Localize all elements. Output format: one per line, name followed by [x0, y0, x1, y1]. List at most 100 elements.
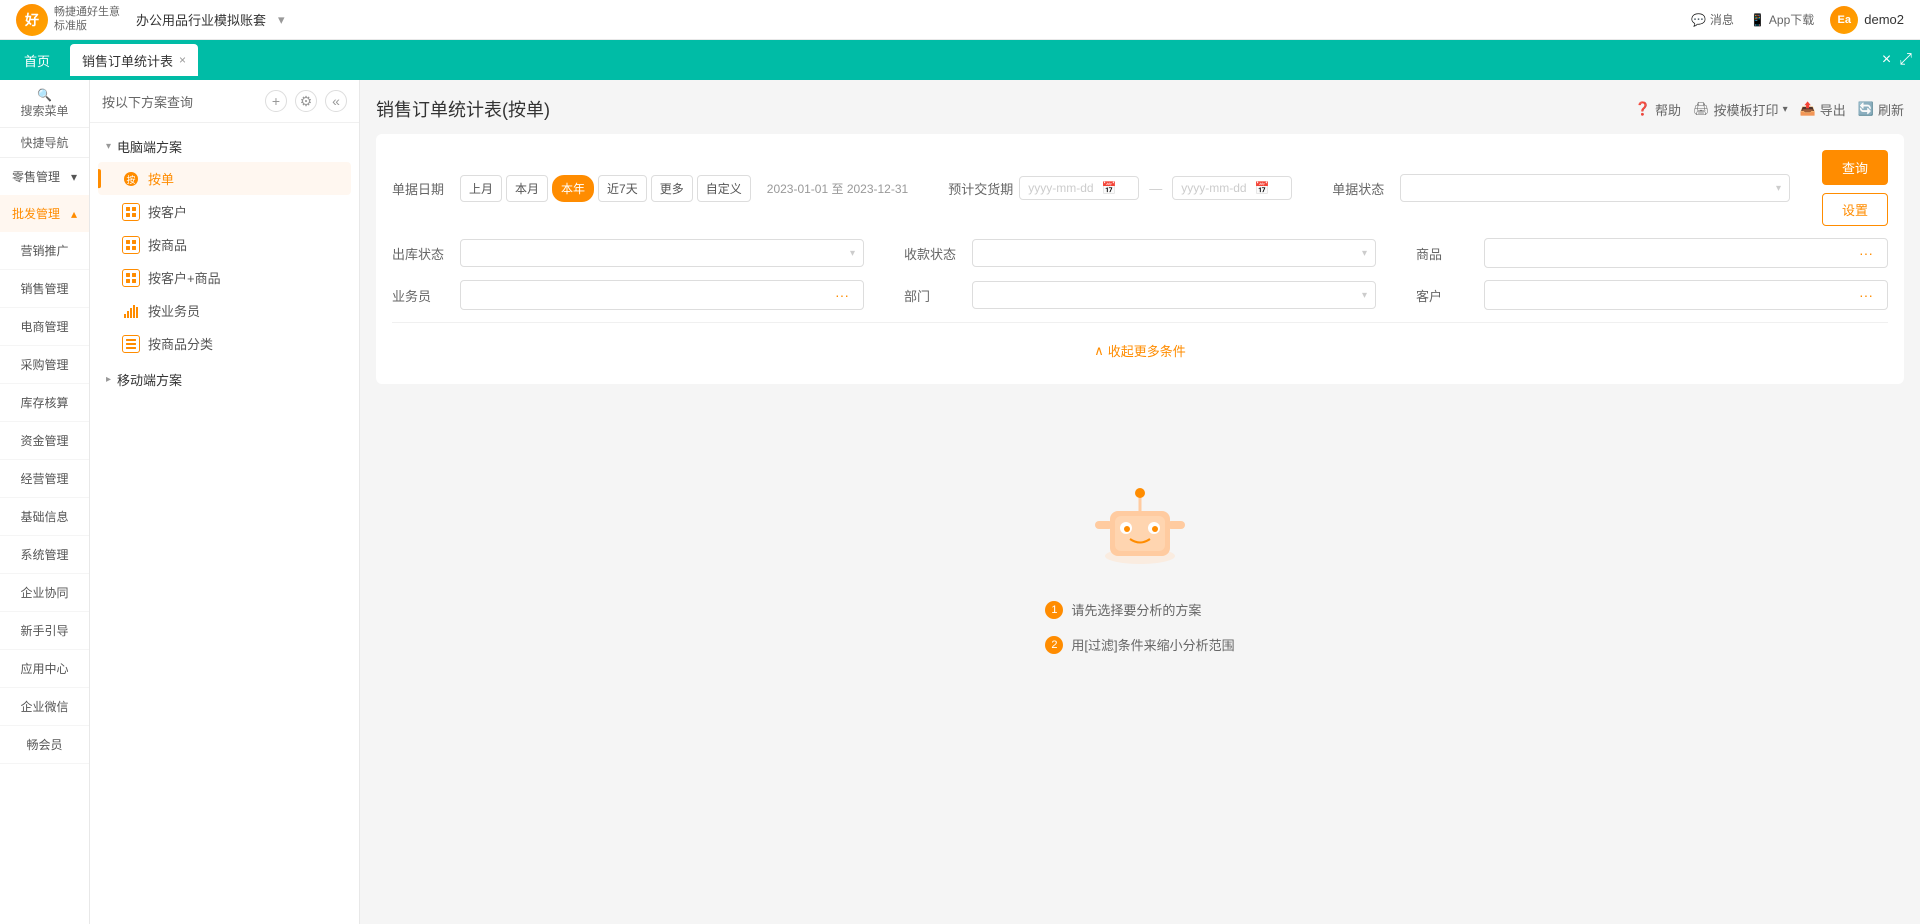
scheme-by-category[interactable]: 按商品分类	[98, 327, 351, 360]
mobile-scheme-group: ▸ 移动端方案	[98, 364, 351, 395]
chevron-up-icon: ∧	[1094, 343, 1104, 359]
print-arrow-icon: ▾	[1783, 104, 1788, 115]
settings-btn[interactable]: 设置	[1822, 193, 1888, 226]
sidebar-search[interactable]: 🔍 搜索菜单	[0, 80, 89, 128]
query-btn[interactable]: 查询	[1822, 150, 1888, 185]
filter-card: 单据日期 上月 本月 本年 近7天 更多 自定义 2023-01-01 至 20…	[376, 134, 1904, 384]
message-btn[interactable]: 💬 消息	[1691, 11, 1734, 28]
department-select[interactable]: ▾	[972, 281, 1376, 309]
customer-select[interactable]: ···	[1484, 280, 1888, 310]
add-scheme-btn[interactable]: +	[265, 90, 287, 112]
date-btn-this-year[interactable]: 本年	[552, 175, 594, 202]
empty-state: 1 请先选择要分析的方案 2 用[过滤]条件来缩小分析范围	[376, 396, 1904, 718]
date-btn-7days[interactable]: 近7天	[598, 175, 647, 202]
sidebar-item-appstore[interactable]: 应用中心	[0, 650, 89, 688]
scheme-list: ▾ 电脑端方案 按 按单	[90, 123, 359, 407]
logo-area: 好 畅捷通好生意 标准版	[16, 4, 120, 36]
page-header: 销售订单统计表(按单) ❓ 帮助 🖨 按模板打印 ▾ 📤 导出	[376, 96, 1904, 122]
sidebar-item-operations[interactable]: 经营管理	[0, 460, 89, 498]
date-btn-last-month[interactable]: 上月	[460, 175, 502, 202]
chevron-down-icon: ▾	[71, 170, 77, 184]
tab-close-btn[interactable]: ×	[179, 53, 186, 67]
ship-status-select[interactable]: ▾	[460, 239, 864, 267]
product-select[interactable]: ···	[1484, 238, 1888, 268]
user-name: demo2	[1864, 12, 1904, 27]
customer-more-icon[interactable]: ···	[1853, 285, 1879, 305]
window-close-icon[interactable]: ×	[1882, 51, 1891, 69]
panel-collapse-btn[interactable]: «	[325, 90, 347, 112]
left-panel-title: 按以下方案查询	[102, 92, 193, 111]
scheme-by-order[interactable]: 按 按单	[98, 162, 351, 195]
sidebar-item-newbie[interactable]: 新手引导	[0, 612, 89, 650]
expected-date-to[interactable]: yyyy-mm-dd 📅	[1172, 176, 1292, 200]
export-icon: 📤	[1800, 101, 1816, 117]
sidebar-item-member[interactable]: 畅会员	[0, 726, 89, 764]
chevron-up-icon: ▴	[71, 207, 77, 221]
mobile-scheme-group-header[interactable]: ▸ 移动端方案	[98, 364, 351, 395]
status-select[interactable]: ▾	[1400, 174, 1790, 202]
pc-scheme-group: ▾ 电脑端方案 按 按单	[98, 131, 351, 360]
top-title-arrow[interactable]: ▾	[278, 12, 285, 28]
tab-sales-order-stats[interactable]: 销售订单统计表 ×	[70, 44, 198, 76]
export-btn[interactable]: 📤 导出	[1800, 100, 1846, 119]
product-label: 商品	[1416, 244, 1476, 263]
right-panel: 销售订单统计表(按单) ❓ 帮助 🖨 按模板打印 ▾ 📤 导出	[360, 80, 1920, 924]
sidebar-item-purchase[interactable]: 采购管理	[0, 346, 89, 384]
tab-bar-right: × ⤢	[1882, 51, 1912, 69]
logo-text: 畅捷通好生意 标准版	[54, 6, 120, 32]
by-order-icon: 按	[122, 170, 140, 188]
scheme-by-product[interactable]: 按商品	[98, 228, 351, 261]
sidebar-item-retail[interactable]: 零售管理 ▾	[0, 158, 89, 195]
user-avatar: Ea	[1830, 6, 1858, 34]
scheme-settings-btn[interactable]: ⚙	[295, 90, 317, 112]
date-btn-custom[interactable]: 自定义	[697, 175, 751, 202]
left-panel: 按以下方案查询 + ⚙ « ▾ 电脑端方案	[90, 80, 360, 924]
help-btn[interactable]: ❓ 帮助	[1635, 100, 1681, 119]
main-layout: 🔍 搜索菜单 快捷导航 零售管理 ▾ 批发管理 ▴ 营销推广 销售管理 电商管理…	[0, 80, 1920, 924]
department-arrow-icon: ▾	[1362, 290, 1367, 301]
top-bar-right: 💬 消息 📱 App下载 Ea demo2	[1691, 6, 1904, 34]
app-download-btn[interactable]: 📱 App下载	[1750, 11, 1814, 28]
content-area: 按以下方案查询 + ⚙ « ▾ 电脑端方案	[90, 80, 1920, 924]
ship-status-arrow-icon: ▾	[850, 248, 855, 259]
sidebar-nav[interactable]: 快捷导航	[0, 128, 89, 158]
calendar-icon-to: 📅	[1255, 181, 1270, 195]
sidebar-item-wholesale[interactable]: 批发管理 ▴	[0, 195, 89, 232]
sidebar-item-enterprise[interactable]: 企业协同	[0, 574, 89, 612]
by-customer-product-icon	[122, 269, 140, 287]
pc-scheme-group-header[interactable]: ▾ 电脑端方案	[98, 131, 351, 162]
scheme-by-salesperson[interactable]: 按业务员	[98, 294, 351, 327]
date-btn-more[interactable]: 更多	[651, 175, 693, 202]
tab-home[interactable]: 首页	[8, 45, 66, 76]
date-btn-this-month[interactable]: 本月	[506, 175, 548, 202]
date-range-text: 2023-01-01 至 2023-12-31	[767, 180, 908, 197]
collect-status-label: 收款状态	[904, 244, 964, 263]
sidebar-item-system[interactable]: 系统管理	[0, 536, 89, 574]
scheme-by-customer[interactable]: 按客户	[98, 195, 351, 228]
refresh-btn[interactable]: 🔄 刷新	[1858, 100, 1904, 119]
sidebar-item-sales[interactable]: 销售管理	[0, 270, 89, 308]
filter-row-3: 业务员 ··· 部门 ▾ 客户	[392, 280, 1888, 310]
salesperson-more-icon[interactable]: ···	[829, 285, 855, 305]
print-btn[interactable]: 🖨 按模板打印 ▾	[1693, 100, 1788, 119]
empty-step-1: 1 请先选择要分析的方案	[1045, 596, 1234, 623]
by-customer-icon	[122, 203, 140, 221]
sidebar-item-basic[interactable]: 基础信息	[0, 498, 89, 536]
sidebar-item-marketing[interactable]: 营销推广	[0, 232, 89, 270]
user-area[interactable]: Ea demo2	[1830, 6, 1904, 34]
sidebar-item-ecommerce[interactable]: 电商管理	[0, 308, 89, 346]
mobile-group-arrow: ▸	[106, 374, 111, 385]
sidebar-item-inventory[interactable]: 库存核算	[0, 384, 89, 422]
sidebar-item-finance[interactable]: 资金管理	[0, 422, 89, 460]
sidebar: 🔍 搜索菜单 快捷导航 零售管理 ▾ 批发管理 ▴ 营销推广 销售管理 电商管理…	[0, 80, 90, 924]
sidebar-item-wechat[interactable]: 企业微信	[0, 688, 89, 726]
salesperson-select[interactable]: ···	[460, 280, 864, 310]
collapse-btn[interactable]: ∧ 收起更多条件	[392, 333, 1888, 368]
expected-date-from[interactable]: yyyy-mm-dd 📅	[1019, 176, 1139, 200]
calendar-icon-from: 📅	[1102, 181, 1117, 195]
collect-status-select[interactable]: ▾	[972, 239, 1376, 267]
product-more-icon[interactable]: ···	[1853, 243, 1879, 263]
window-expand-icon[interactable]: ⤢	[1899, 51, 1912, 69]
scheme-by-customer-product[interactable]: 按客户+商品	[98, 261, 351, 294]
pc-group-arrow: ▾	[106, 141, 111, 152]
